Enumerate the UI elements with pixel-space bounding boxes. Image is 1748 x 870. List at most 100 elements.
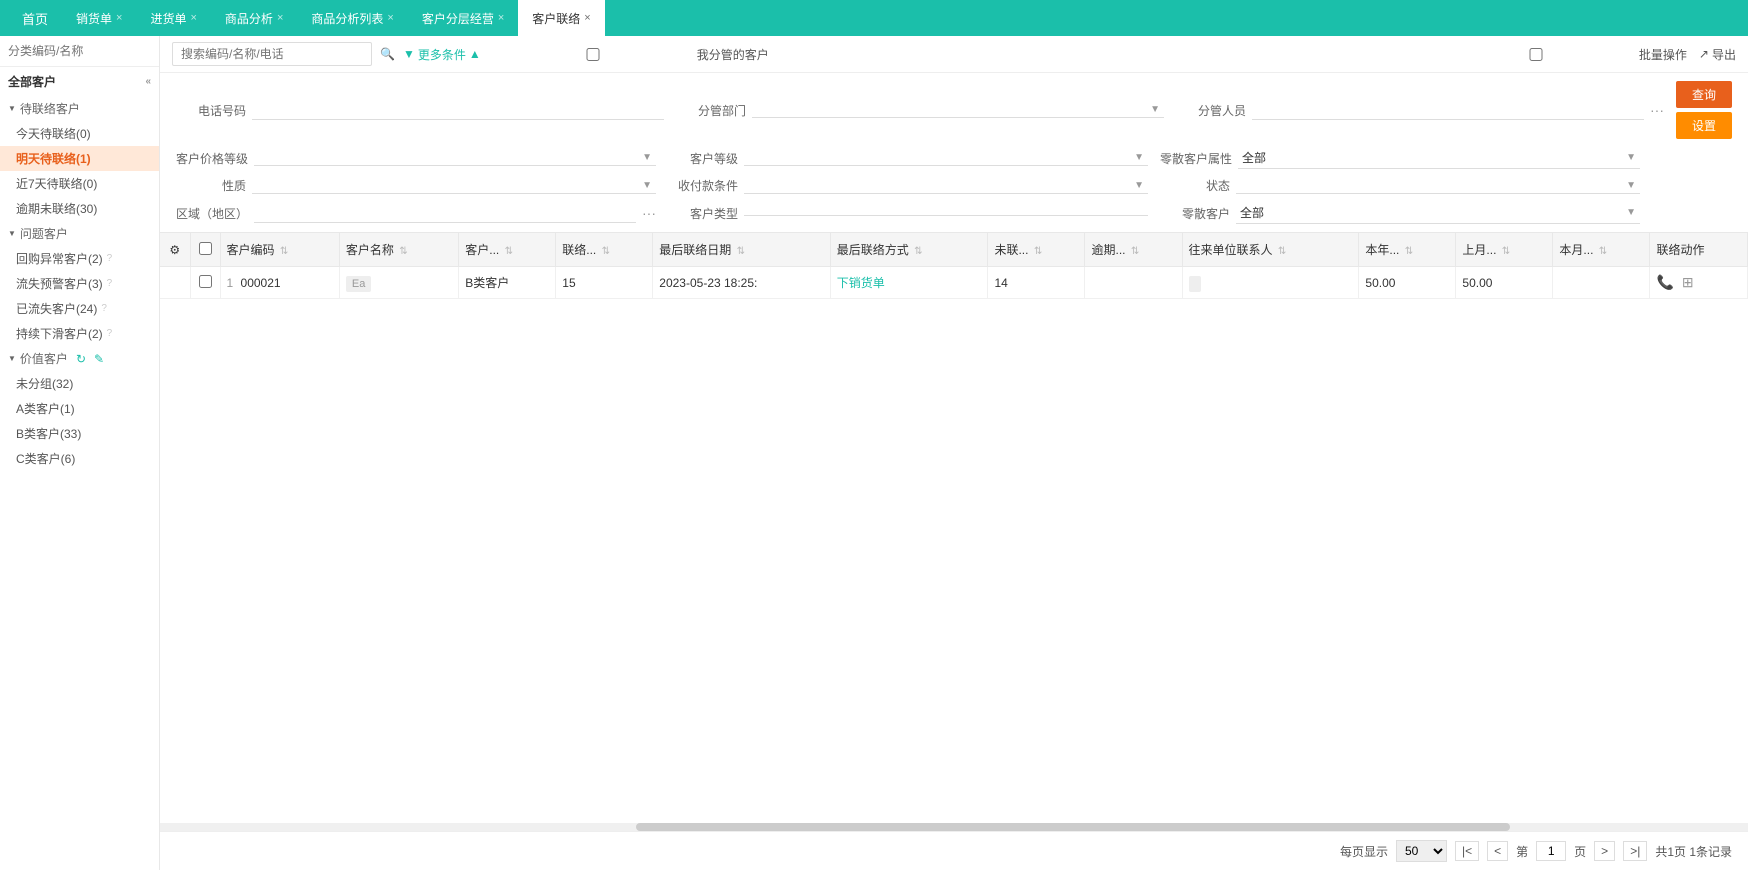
first-page-button[interactable]: |< — [1455, 841, 1479, 861]
nav-analysis[interactable]: 商品分析 × — [211, 0, 297, 36]
dept-down-icon: ▼ — [1150, 104, 1160, 115]
payment-select[interactable]: ▼ — [744, 178, 1148, 194]
th-code: 客户编码 ⇅ — [220, 233, 339, 267]
dept-select[interactable]: ▼ — [752, 102, 1164, 118]
phone-action-icon[interactable]: 📞 — [1656, 274, 1673, 291]
sidebar-item-churned[interactable]: 已流失客户(24) ? — [0, 296, 159, 321]
sidebar-item-tomorrow-contact[interactable]: 明天待联络(1) — [0, 146, 159, 171]
retail-customer-label: 零散客户 — [1160, 205, 1230, 222]
customer-name-masked: Ea — [346, 276, 371, 292]
edit-icon[interactable]: ✎ — [94, 352, 104, 366]
more-conditions-toggle[interactable]: ▼ 更多条件 ▲ — [403, 46, 481, 63]
sort-this-year-icon[interactable]: ⇅ — [1405, 246, 1413, 257]
close-analysis-icon[interactable]: × — [277, 12, 283, 24]
retail-customer-down-icon: ▼ — [1626, 207, 1636, 218]
region-dots-icon[interactable]: ··· — [642, 205, 656, 221]
sort-code-icon[interactable]: ⇅ — [280, 246, 288, 257]
collapse-icon[interactable]: « — [145, 76, 151, 87]
sort-this-month-icon[interactable]: ⇅ — [1599, 246, 1607, 257]
settings-button[interactable]: 设置 — [1676, 112, 1732, 139]
sort-uncontacted-icon[interactable]: ⇅ — [1034, 246, 1042, 257]
my-customers-checkbox[interactable]: 我分管的客户 — [493, 46, 769, 63]
close-analysis-list-icon[interactable]: × — [387, 12, 393, 24]
pending-contact-group: ▼ 待联络客户 — [0, 96, 159, 121]
retail-attr-select[interactable]: 全部▼ — [1238, 147, 1640, 169]
all-customers-header[interactable]: 全部客户 « — [0, 67, 159, 96]
nav-home[interactable]: 首页 — [8, 0, 62, 36]
my-customers-check[interactable] — [493, 48, 693, 61]
batch-op-check[interactable] — [1436, 48, 1636, 61]
grid-action-icon[interactable]: ⊞ — [1682, 274, 1694, 291]
page-number-input[interactable] — [1536, 841, 1566, 861]
sidebar-item-declining[interactable]: 持续下滑客户(2) ? — [0, 321, 159, 346]
nav-customer-tier[interactable]: 客户分层经营 × — [408, 0, 518, 36]
batch-op-button[interactable]: 批量操作 — [1436, 46, 1687, 63]
table-header-row: ⚙ 客户编码 ⇅ 客户名称 ⇅ 客户... ⇅ 联络... ⇅ 最后联络日期 ⇅… — [160, 233, 1748, 267]
row-checkbox[interactable] — [199, 275, 212, 288]
sort-last-month-icon[interactable]: ⇅ — [1502, 246, 1510, 257]
sidebar-search-input[interactable] — [8, 44, 160, 58]
prev-page-button[interactable]: < — [1487, 841, 1508, 861]
close-purchase-icon[interactable]: × — [190, 12, 196, 24]
sidebar-item-week-contact[interactable]: 近7天待联络(0) — [0, 171, 159, 196]
page-suffix: 页 — [1574, 843, 1586, 860]
nav-analysis-list[interactable]: 商品分析列表 × — [297, 0, 407, 36]
sort-type-icon[interactable]: ⇅ — [505, 246, 513, 257]
help-icon: ? — [101, 303, 107, 314]
page-size-select[interactable]: 50 100 200 — [1396, 840, 1447, 862]
sidebar-item-class-c[interactable]: C类客户(6) — [0, 446, 159, 471]
sort-company-contact-icon[interactable]: ⇅ — [1278, 246, 1286, 257]
row-contact: 15 — [556, 267, 653, 299]
customer-type-select[interactable] — [744, 211, 1148, 216]
export-button[interactable]: ↗ 导出 — [1699, 46, 1736, 63]
value-customers-group: ▼ 价值客户 ↻ ✎ — [0, 346, 159, 371]
nav-customer-contact[interactable]: 客户联络 × — [518, 0, 604, 36]
sort-name-icon[interactable]: ⇅ — [399, 246, 407, 257]
close-sales-icon[interactable]: × — [116, 12, 122, 24]
status-select[interactable]: ▼ — [1236, 178, 1640, 194]
table-body: 1 000021 Ea B类客户 15 2023-05-23 18:25: 下销… — [160, 267, 1748, 299]
last-page-button[interactable]: >| — [1623, 841, 1647, 861]
filter-row-1: 电话号码 分管部门 ▼ 分管人员 ··· 查询 设置 — [176, 81, 1732, 139]
th-gear[interactable]: ⚙ — [160, 233, 190, 267]
sort-contact-icon[interactable]: ⇅ — [602, 246, 610, 257]
phone-input[interactable] — [252, 101, 664, 120]
customer-grade-select[interactable]: ▼ — [744, 150, 1148, 166]
sort-last-method-icon[interactable]: ⇅ — [914, 246, 922, 257]
retail-customer-select[interactable]: 全部▼ — [1236, 202, 1640, 224]
nature-select[interactable]: ▼ — [252, 178, 656, 194]
sidebar-item-churn-warning[interactable]: 流失预警客户(3) ? — [0, 271, 159, 296]
close-customer-tier-icon[interactable]: × — [498, 12, 504, 24]
next-page-button[interactable]: > — [1594, 841, 1615, 861]
sidebar-item-overdue-contact[interactable]: 逾期未联络(30) — [0, 196, 159, 221]
help-icon: ? — [107, 328, 113, 339]
nav-purchase[interactable]: 进货单 × — [136, 0, 210, 36]
sidebar-item-class-a[interactable]: A类客户(1) — [0, 396, 159, 421]
last-contact-method-link[interactable]: 下销货单 — [837, 276, 885, 290]
close-customer-contact-icon[interactable]: × — [584, 12, 590, 24]
retail-attr-down-icon: ▼ — [1626, 152, 1636, 163]
scrollbar-thumb[interactable] — [636, 823, 1509, 831]
price-grade-select[interactable]: ▼ — [254, 150, 656, 166]
sidebar-item-class-b[interactable]: B类客户(33) — [0, 421, 159, 446]
filter-cell-payment: 收付款条件 ▼ — [668, 177, 1148, 194]
total-label: 共1页 1条记录 — [1655, 843, 1732, 860]
search-input[interactable] — [172, 42, 372, 66]
sort-last-date-icon[interactable]: ⇅ — [737, 246, 745, 257]
sidebar-item-today-contact[interactable]: 今天待联络(0) — [0, 121, 159, 146]
filter-cell-retail-attr: 零散客户属性 全部▼ — [1160, 147, 1640, 169]
filter-search-icon[interactable]: 🔍 — [380, 47, 395, 61]
customer-grade-down-icon: ▼ — [1134, 152, 1144, 163]
nav-sales[interactable]: 销货单 × — [62, 0, 136, 36]
sidebar-item-ungrouped[interactable]: 未分组(32) — [0, 371, 159, 396]
region-input[interactable] — [254, 204, 636, 223]
query-button[interactable]: 查询 — [1676, 81, 1732, 108]
select-all-checkbox[interactable] — [199, 242, 212, 255]
manager-input[interactable] — [1252, 101, 1644, 120]
sort-overdue-icon[interactable]: ⇅ — [1131, 246, 1139, 257]
horizontal-scrollbar[interactable] — [160, 823, 1748, 831]
row-num — [190, 267, 220, 299]
sidebar-item-abnormal-repurchase[interactable]: 回购异常客户(2) ? — [0, 246, 159, 271]
manager-dots-icon[interactable]: ··· — [1650, 102, 1664, 118]
refresh-icon[interactable]: ↻ — [76, 352, 86, 366]
